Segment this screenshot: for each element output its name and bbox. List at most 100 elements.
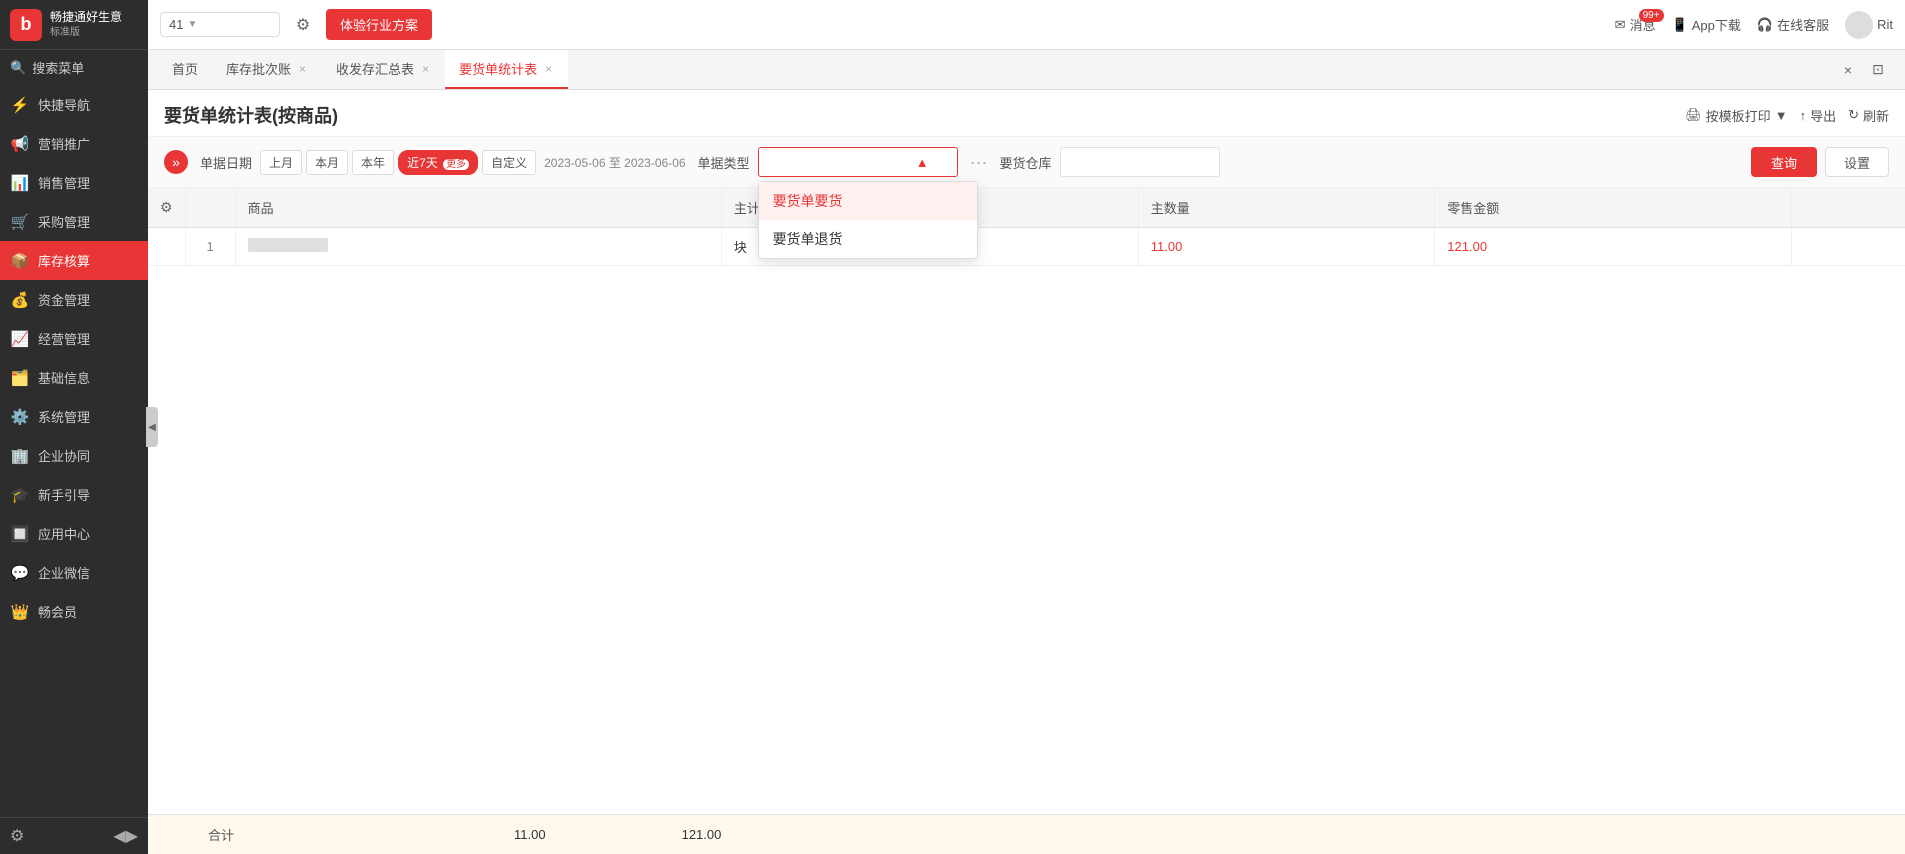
prev-month-btn[interactable]: 上月 — [260, 150, 302, 175]
download-icon: 📱 — [1672, 17, 1688, 33]
user-profile[interactable]: Rit — [1845, 11, 1893, 39]
table-footer: 合计 11.00 121.00 — [148, 814, 1905, 854]
sidebar-item-purchase[interactable]: 🛒 采购管理 — [0, 202, 148, 241]
sidebar-item-enterprise[interactable]: 🏢 企业协同 — [0, 436, 148, 475]
custom-btn[interactable]: 自定义 — [482, 150, 536, 175]
sidebar-item-marketing[interactable]: 📢 营销推广 — [0, 124, 148, 163]
sidebar-bottom: ⚙ ◀▶ — [0, 817, 148, 854]
app-download-action[interactable]: 📱 App下载 — [1672, 15, 1741, 34]
tab-requisition-stat[interactable]: 要货单统计表 × — [445, 50, 568, 89]
sidebar-item-member[interactable]: 👑 畅会员 — [0, 592, 148, 631]
dropdown-item-requisition-return[interactable]: 要货单退货 — [759, 220, 977, 258]
user-name: Rit — [1877, 17, 1893, 32]
operations-icon: 📈 — [10, 330, 30, 348]
store-selector[interactable]: 41 ▼ — [160, 12, 280, 37]
sidebar-item-basic[interactable]: 🗂️ 基础信息 — [0, 358, 148, 397]
member-icon: 👑 — [10, 603, 30, 621]
quantity-link[interactable]: 11.00 — [1151, 239, 1183, 254]
filter-right-actions: 查询 设置 — [1751, 147, 1889, 177]
store-name-label: 41 — [169, 17, 183, 32]
sidebar-item-shortcut[interactable]: ⚡ 快捷导航 — [0, 85, 148, 124]
settings-button[interactable]: 设置 — [1825, 147, 1889, 177]
tab-bar-fullscreen-btn[interactable]: ⊡ — [1865, 57, 1891, 83]
logo-text: 畅捷通好生意 标准版 — [50, 10, 122, 39]
sidebar-item-operations[interactable]: 📈 经营管理 — [0, 319, 148, 358]
message-icon: ✉ — [1615, 17, 1626, 33]
system-icon: ⚙️ — [10, 408, 30, 426]
warehouse-label: 要货仓库 — [1000, 153, 1052, 172]
sidebar-toggle[interactable]: ◀ — [146, 407, 158, 447]
table-settings-icon[interactable]: ⚙ — [160, 199, 173, 215]
page-header: 要货单统计表(按商品) 🖨 按模板打印 ▼ ↑ 导出 ↻ 刷新 — [148, 90, 1905, 137]
print-template-btn[interactable]: 🖨 按模板打印 ▼ — [1685, 106, 1787, 125]
dropdown-item-requisition-order[interactable]: 要货单要货 — [759, 182, 977, 220]
td-retail-amount: 121.00 — [1435, 228, 1792, 266]
data-table: ⚙ 商品 主计量单位 主数量 零售金额 1 — [148, 188, 1905, 266]
settings-bottom-icon[interactable]: ⚙ — [10, 826, 24, 846]
page-actions: 🖨 按模板打印 ▼ ↑ 导出 ↻ 刷新 — [1685, 106, 1889, 125]
this-month-btn[interactable]: 本月 — [306, 150, 348, 175]
collapse-icon[interactable]: ◀▶ — [113, 826, 138, 846]
recent7-btn[interactable]: 近7天 更多 — [398, 150, 478, 175]
warehouse-select[interactable] — [1060, 147, 1220, 177]
doc-type-select[interactable]: ▲ — [758, 147, 958, 177]
trial-button[interactable]: 体验行业方案 — [326, 9, 432, 40]
shortcut-icon: ⚡ — [10, 96, 30, 114]
filter-expand-btn[interactable]: » — [164, 150, 188, 174]
purchase-icon: 🛒 — [10, 213, 30, 231]
td-row-num: 1 — [185, 228, 235, 266]
page-title: 要货单统计表(按商品) — [164, 102, 338, 128]
th-row-num — [185, 188, 235, 228]
filter-more-icon[interactable]: ··· — [970, 152, 988, 173]
td-settings — [148, 228, 185, 266]
enterprise-icon: 🏢 — [10, 447, 30, 465]
th-empty — [1791, 188, 1905, 228]
th-retail-amount: 零售金额 — [1435, 188, 1792, 228]
th-quantity: 主数量 — [1138, 188, 1434, 228]
sidebar-item-sales[interactable]: 📊 销售管理 — [0, 163, 148, 202]
sidebar-item-finance[interactable]: 💰 资金管理 — [0, 280, 148, 319]
tab-bar-close-btn[interactable]: × — [1835, 57, 1861, 83]
table-wrapper: ⚙ 商品 主计量单位 主数量 零售金额 1 — [148, 188, 1905, 814]
tab-inventory-batch[interactable]: 库存批次账 × — [212, 50, 322, 89]
print-icon: 🖨 — [1685, 107, 1702, 123]
doc-type-chevron-icon: ▲ — [916, 155, 929, 170]
tab-bar: 首页 库存批次账 × 收发存汇总表 × 要货单统计表 × × ⊡ — [148, 50, 1905, 90]
retail-amount-link[interactable]: 121.00 — [1447, 239, 1487, 254]
message-action[interactable]: ✉ 消息 99+ — [1615, 15, 1656, 34]
sidebar-item-app-center[interactable]: 🔲 应用中心 — [0, 514, 148, 553]
sidebar-item-guide[interactable]: 🎓 新手引导 — [0, 475, 148, 514]
close-tab-receivable[interactable]: × — [420, 61, 431, 77]
date-btns: 上月 本月 本年 近7天 更多 自定义 — [260, 150, 536, 175]
marketing-icon: 📢 — [10, 135, 30, 153]
store-settings-icon[interactable]: ⚙ — [288, 10, 318, 40]
td-empty — [1791, 228, 1905, 266]
refresh-icon: ↻ — [1848, 107, 1859, 123]
export-btn[interactable]: ↑ 导出 — [1800, 106, 1837, 125]
refresh-btn[interactable]: ↻ 刷新 — [1848, 106, 1889, 125]
online-service-action[interactable]: 🎧 在线客服 — [1757, 15, 1829, 34]
query-button[interactable]: 查询 — [1751, 147, 1817, 177]
tab-home[interactable]: 首页 — [158, 50, 212, 89]
sidebar: b 畅捷通好生意 标准版 🔍 搜索菜单 ⚡ 快捷导航 📢 营销推广 📊 销售管理… — [0, 0, 148, 854]
footer-retail-amount: 121.00 — [682, 827, 722, 842]
inventory-icon: 📦 — [10, 252, 30, 270]
table-body: 1 块 11.00 121.00 — [148, 228, 1905, 266]
close-tab-requisition[interactable]: × — [543, 61, 554, 77]
app-center-icon: 🔲 — [10, 525, 30, 543]
top-bar: 41 ▼ ⚙ 体验行业方案 ✉ 消息 99+ 📱 App下载 🎧 在线客服 R — [148, 0, 1905, 50]
logo-area: b 畅捷通好生意 标准版 — [0, 0, 148, 50]
sidebar-item-inventory[interactable]: 📦 库存核算 — [0, 241, 148, 280]
this-year-btn[interactable]: 本年 — [352, 150, 394, 175]
close-tab-inventory-batch[interactable]: × — [297, 61, 308, 77]
tab-receivable-summary[interactable]: 收发存汇总表 × — [322, 50, 445, 89]
sidebar-item-wechat[interactable]: 💬 企业微信 — [0, 553, 148, 592]
th-product: 商品 — [235, 188, 721, 228]
finance-icon: 💰 — [10, 291, 30, 309]
export-icon: ↑ — [1800, 108, 1807, 123]
search-menu-item[interactable]: 🔍 搜索菜单 — [0, 50, 148, 85]
td-product — [235, 228, 721, 266]
sales-icon: 📊 — [10, 174, 30, 192]
sidebar-item-system[interactable]: ⚙️ 系统管理 — [0, 397, 148, 436]
search-icon: 🔍 — [10, 60, 26, 76]
